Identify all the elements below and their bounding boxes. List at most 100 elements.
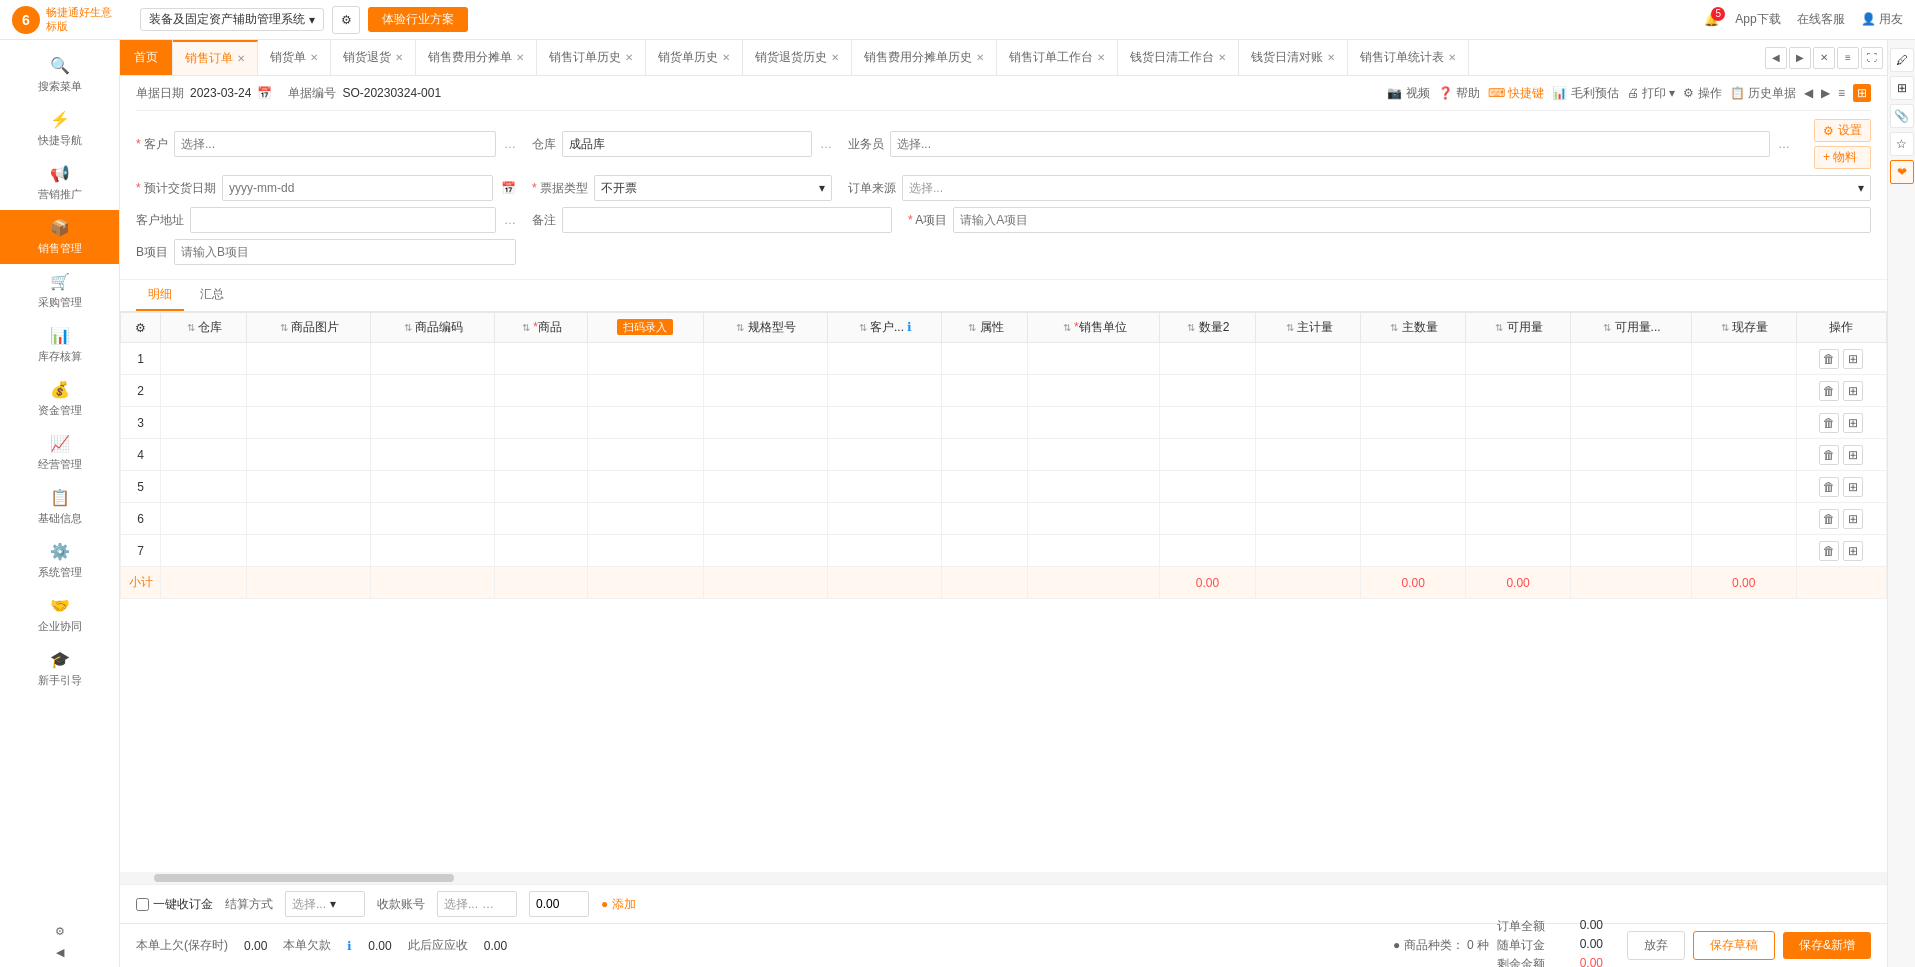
tab-expand-btn[interactable]: ⛶ bbox=[1861, 47, 1883, 69]
row-qty2-7[interactable] bbox=[1159, 535, 1256, 567]
row-spec-5[interactable] bbox=[703, 471, 827, 503]
right-panel-edit[interactable]: 🖊 bbox=[1890, 48, 1914, 72]
th-gear[interactable]: ⚙ bbox=[121, 313, 161, 343]
action-video[interactable]: 📷 视频 bbox=[1387, 85, 1429, 102]
action-operate[interactable]: ⚙ 操作 bbox=[1683, 85, 1721, 102]
invoice-type-select[interactable]: 不开票 ▾ bbox=[594, 175, 832, 201]
tab-goods-history[interactable]: 销货单历史 ✕ bbox=[646, 40, 743, 75]
industry-btn[interactable]: 体验行业方案 bbox=[368, 7, 468, 32]
row-spec-4[interactable] bbox=[703, 439, 827, 471]
calendar-icon-2[interactable]: 📅 bbox=[501, 181, 516, 195]
row-attr-7[interactable] bbox=[942, 535, 1028, 567]
row-spec-2[interactable] bbox=[703, 375, 827, 407]
delete-btn-4[interactable]: 🗑 bbox=[1819, 445, 1839, 465]
user-menu[interactable]: 👤 用友 bbox=[1861, 11, 1903, 28]
salesperson-dots[interactable]: … bbox=[1778, 137, 1790, 151]
row-qty2-4[interactable] bbox=[1159, 439, 1256, 471]
tab-sales-order-history-close[interactable]: ✕ bbox=[625, 52, 633, 63]
sort-icon-product[interactable]: ⇅ bbox=[522, 322, 530, 333]
row-customer-3[interactable] bbox=[827, 407, 942, 439]
scan-btn[interactable]: 扫码录入 bbox=[617, 319, 673, 335]
sidebar-item-purchase[interactable]: 🛒 采购管理 bbox=[0, 264, 119, 318]
copy-btn-4[interactable]: ⊞ bbox=[1843, 445, 1863, 465]
nav-prev-btn[interactable]: ◀ bbox=[1804, 86, 1813, 100]
action-shortcut[interactable]: ⌨ 快捷键 bbox=[1488, 85, 1544, 102]
sort-icon-qty2[interactable]: ⇅ bbox=[1187, 322, 1195, 333]
row-warehouse-1[interactable] bbox=[161, 343, 247, 375]
tab-sales-return[interactable]: 销货退货 ✕ bbox=[331, 40, 416, 75]
system-name[interactable]: 装备及固定资产辅助管理系统 ▾ bbox=[140, 8, 324, 31]
tab-sales-stats-close[interactable]: ✕ bbox=[1448, 52, 1456, 63]
row-spec-6[interactable] bbox=[703, 503, 827, 535]
row-spec-1[interactable] bbox=[703, 343, 827, 375]
row-customer-2[interactable] bbox=[827, 375, 942, 407]
row-attr-2[interactable] bbox=[942, 375, 1028, 407]
add-material-btn[interactable]: + 物料 bbox=[1814, 146, 1871, 169]
sort-icon-spec[interactable]: ⇅ bbox=[736, 322, 744, 333]
sort-icon-code[interactable]: ⇅ bbox=[404, 322, 412, 333]
delete-btn-7[interactable]: 🗑 bbox=[1819, 541, 1839, 561]
row-warehouse-6[interactable] bbox=[161, 503, 247, 535]
receipt-dots[interactable]: … bbox=[482, 897, 494, 911]
one-click-label[interactable]: 一键收订金 bbox=[136, 896, 213, 913]
delete-btn-5[interactable]: 🗑 bbox=[1819, 477, 1839, 497]
customer-address-input[interactable] bbox=[190, 207, 496, 233]
sort-icon-available[interactable]: ⇅ bbox=[1495, 322, 1503, 333]
row-product-3[interactable] bbox=[494, 407, 587, 439]
tab-goods-history-close[interactable]: ✕ bbox=[722, 52, 730, 63]
tab-next-btn[interactable]: ▶ bbox=[1789, 47, 1811, 69]
right-panel-attach[interactable]: 📎 bbox=[1890, 104, 1914, 128]
sidebar-item-marketing[interactable]: 📢 营销推广 bbox=[0, 156, 119, 210]
tab-sales-expense-close[interactable]: ✕ bbox=[516, 52, 524, 63]
row-warehouse-3[interactable] bbox=[161, 407, 247, 439]
address-dots[interactable]: … bbox=[504, 213, 516, 227]
tab-sales-order-history[interactable]: 销售订单历史 ✕ bbox=[537, 40, 646, 75]
info-icon[interactable]: ℹ bbox=[907, 320, 912, 334]
copy-btn-3[interactable]: ⊞ bbox=[1843, 413, 1863, 433]
tab-sales-goods-close[interactable]: ✕ bbox=[310, 52, 318, 63]
right-panel-star[interactable]: ☆ bbox=[1890, 132, 1914, 156]
row-customer-4[interactable] bbox=[827, 439, 942, 471]
row-attr-5[interactable] bbox=[942, 471, 1028, 503]
tab-expense-history-close[interactable]: ✕ bbox=[976, 52, 984, 63]
copy-btn-5[interactable]: ⊞ bbox=[1843, 477, 1863, 497]
row-unit-6[interactable] bbox=[1028, 503, 1159, 535]
receipt-no-select[interactable]: 选择... … bbox=[437, 891, 517, 917]
row-code-6[interactable] bbox=[370, 503, 494, 535]
row-unit-7[interactable] bbox=[1028, 535, 1159, 567]
tab-sales-stats[interactable]: 销售订单统计表 ✕ bbox=[1348, 40, 1469, 75]
list-view-btn[interactable]: ≡ bbox=[1838, 86, 1845, 100]
copy-btn-7[interactable]: ⊞ bbox=[1843, 541, 1863, 561]
a-project-input[interactable] bbox=[953, 207, 1871, 233]
warehouse-input[interactable] bbox=[562, 131, 812, 157]
sort-icon-unit[interactable]: ⇅ bbox=[1063, 322, 1071, 333]
sort-icon-current[interactable]: ⇅ bbox=[1721, 322, 1729, 333]
sidebar-item-operations[interactable]: 📈 经营管理 bbox=[0, 426, 119, 480]
row-customer-code-1[interactable] bbox=[827, 343, 942, 375]
row-spec-7[interactable] bbox=[703, 535, 827, 567]
delete-btn-6[interactable]: 🗑 bbox=[1819, 509, 1839, 529]
one-click-checkbox[interactable] bbox=[136, 898, 149, 911]
row-product-2[interactable] bbox=[494, 375, 587, 407]
sidebar-item-search[interactable]: 🔍 搜索菜单 bbox=[0, 48, 119, 102]
row-qty2-6[interactable] bbox=[1159, 503, 1256, 535]
row-qty2-5[interactable] bbox=[1159, 471, 1256, 503]
row-code-5[interactable] bbox=[370, 471, 494, 503]
notification-btn[interactable]: 🔔 5 bbox=[1704, 13, 1719, 27]
discard-btn[interactable]: 放弃 bbox=[1627, 931, 1685, 960]
online-service-link[interactable]: 在线客服 bbox=[1797, 11, 1845, 28]
delete-btn-1[interactable]: 🗑 bbox=[1819, 349, 1839, 369]
row-qty2-3[interactable] bbox=[1159, 407, 1256, 439]
tab-cash-workbench[interactable]: 钱货日清工作台 ✕ bbox=[1118, 40, 1239, 75]
row-main-qty-7[interactable] bbox=[1361, 535, 1466, 567]
tab-order-workbench[interactable]: 销售订单工作台 ✕ bbox=[997, 40, 1118, 75]
sidebar-item-finance[interactable]: 💰 资金管理 bbox=[0, 372, 119, 426]
amount-input[interactable] bbox=[529, 891, 589, 917]
row-code-7[interactable] bbox=[370, 535, 494, 567]
sidebar-item-system[interactable]: ⚙️ 系统管理 bbox=[0, 534, 119, 588]
row-warehouse-2[interactable] bbox=[161, 375, 247, 407]
row-attr-4[interactable] bbox=[942, 439, 1028, 471]
sort-icon-available2[interactable]: ⇅ bbox=[1603, 322, 1611, 333]
row-unit-2[interactable] bbox=[1028, 375, 1159, 407]
copy-btn-1[interactable]: ⊞ bbox=[1843, 349, 1863, 369]
